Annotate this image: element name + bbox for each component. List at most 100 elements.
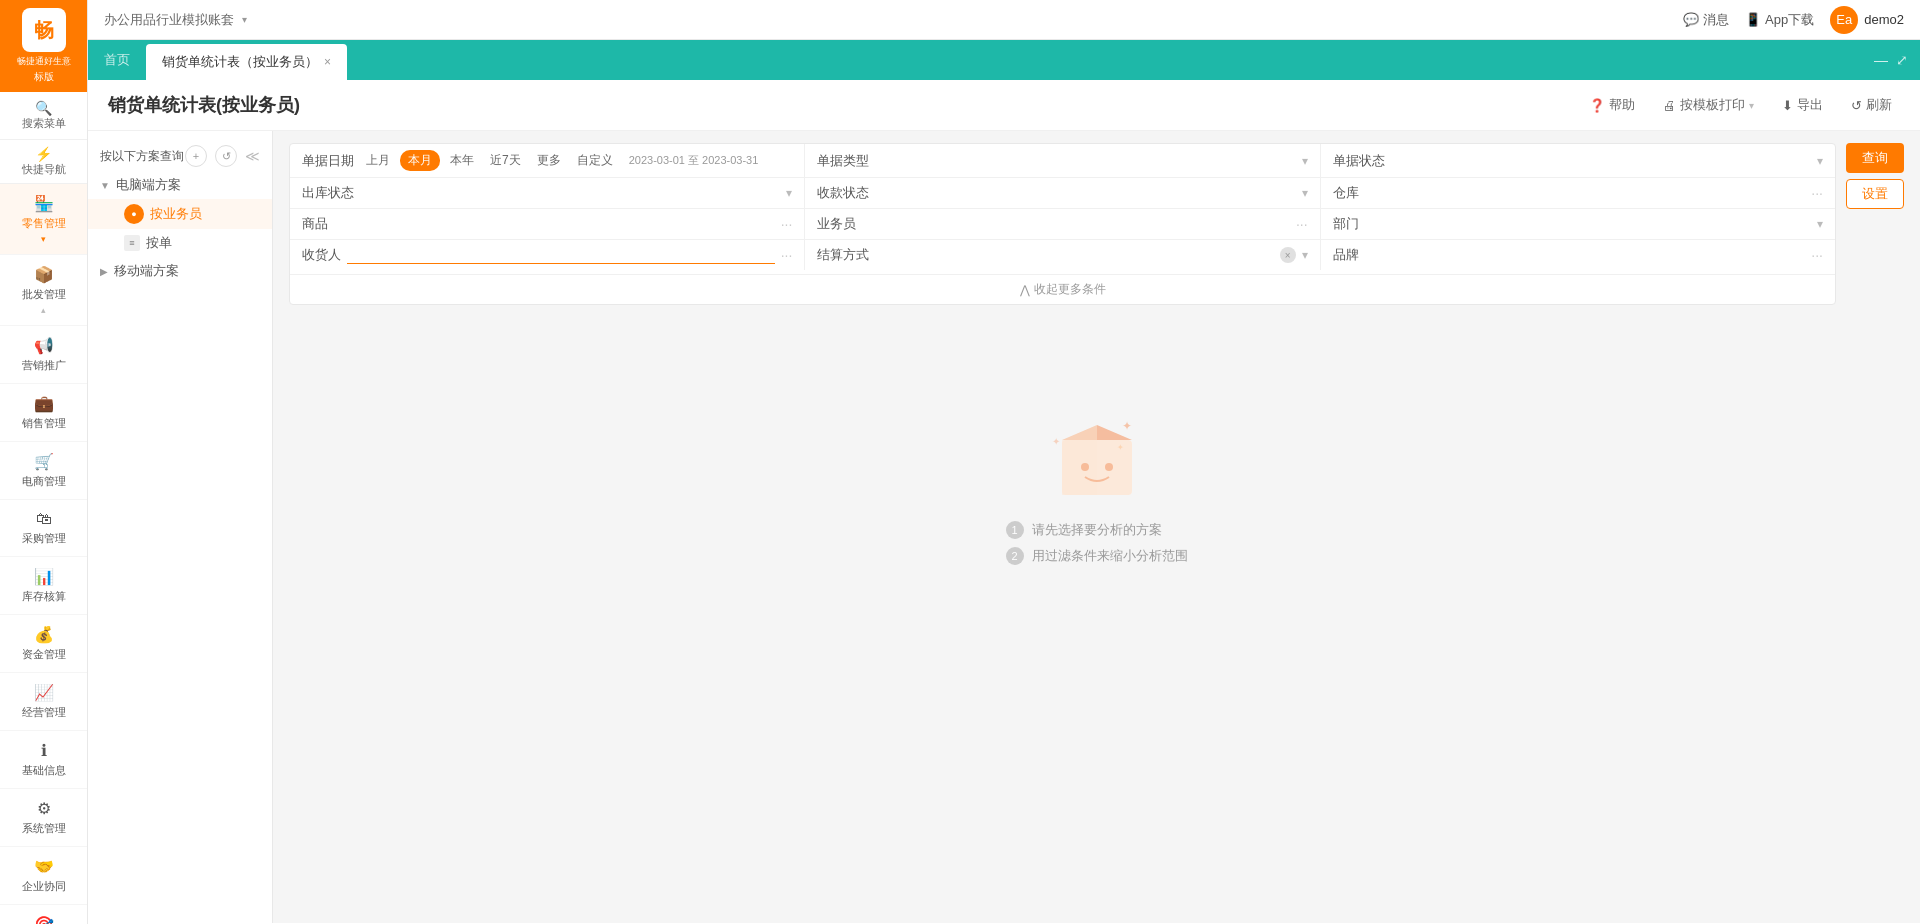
out-status-dropdown-icon[interactable]: ▾ xyxy=(786,186,792,200)
receipt-status-label: 收款状态 xyxy=(817,184,869,202)
empty-step-2: 2 用过滤条件来缩小分析范围 xyxy=(1006,547,1188,565)
this-month-btn[interactable]: 本月 xyxy=(400,150,440,171)
filter-query-row: 单据日期 上月 本月 本年 近7天 更多 自定义 xyxy=(289,143,1904,305)
sidebar-item-system[interactable]: ⚙ 系统管理 xyxy=(0,789,87,847)
breadcrumb-dropdown-icon[interactable]: ▾ xyxy=(242,14,247,25)
help-icon: ❓ xyxy=(1589,98,1605,113)
svg-point-5 xyxy=(1105,463,1113,471)
svg-point-4 xyxy=(1081,463,1089,471)
receiver-input[interactable] xyxy=(347,246,775,264)
user-area[interactable]: Ea demo2 xyxy=(1830,6,1904,34)
sidebar-item-basic-info[interactable]: ℹ 基础信息 xyxy=(0,731,87,789)
sidebar-item-guide[interactable]: 🎯 新手引导 xyxy=(0,905,87,924)
payment-label: 结算方式 xyxy=(817,246,869,264)
receipt-status-dropdown-icon[interactable]: ▾ xyxy=(1302,186,1308,200)
custom-btn[interactable]: 自定义 xyxy=(571,150,619,171)
sidebar-item-ecommerce[interactable]: 🛒 电商管理 xyxy=(0,442,87,500)
filter-receipt-status: 收款状态 ▾ xyxy=(805,178,1320,208)
sidebar-item-operations[interactable]: 📈 经营管理 xyxy=(0,673,87,731)
add-scheme-btn[interactable]: + xyxy=(185,145,207,167)
refresh-scheme-btn[interactable]: ↺ xyxy=(215,145,237,167)
filter-row-1: 单据日期 上月 本月 本年 近7天 更多 自定义 xyxy=(290,144,1835,178)
brand-dots-icon[interactable]: ··· xyxy=(1811,247,1823,263)
filter-department: 部门 ▾ xyxy=(1321,209,1835,239)
tree-item-by-salesperson[interactable]: ● 按业务员 xyxy=(88,199,272,229)
filter-doc-type: 单据类型 ▾ xyxy=(805,144,1320,177)
tab-minimize-icon[interactable]: — xyxy=(1874,52,1888,68)
department-dropdown-icon[interactable]: ▾ xyxy=(1817,217,1823,231)
message-icon: 💬 xyxy=(1683,12,1699,27)
query-btn[interactable]: 查询 xyxy=(1846,143,1904,173)
last-month-btn[interactable]: 上月 xyxy=(360,150,396,171)
app-download-btn[interactable]: 📱 App下载 xyxy=(1745,11,1814,29)
sidebar-item-finance[interactable]: 💰 资金管理 xyxy=(0,615,87,673)
search-menu-btn[interactable]: 🔍 搜索菜单 xyxy=(0,92,87,140)
warehouse-dots-icon[interactable]: ··· xyxy=(1811,185,1823,201)
tree-pc-section[interactable]: ▼ 电脑端方案 xyxy=(88,171,272,199)
sidebar-item-retail[interactable]: 🏪 零售管理 ▾ xyxy=(0,184,87,255)
tab-home[interactable]: 首页 xyxy=(88,40,146,80)
settings-btn[interactable]: 设置 xyxy=(1846,179,1904,209)
scheme-icon: ≡ xyxy=(124,235,140,251)
salesperson-dots-icon[interactable]: ··· xyxy=(1296,216,1308,232)
filter-salesperson: 业务员 ··· xyxy=(805,209,1320,239)
page-actions: ❓ 帮助 🖨 按模板打印 ▾ ⬇ 导出 ↺ 刷新 xyxy=(1581,92,1900,118)
help-btn[interactable]: ❓ 帮助 xyxy=(1581,92,1643,118)
page-title: 销货单统计表(按业务员) xyxy=(108,93,300,117)
sidebar-item-purchase[interactable]: 🛍 采购管理 xyxy=(0,500,87,557)
print-btn[interactable]: 🖨 按模板打印 ▾ xyxy=(1655,92,1762,118)
tab-maximize-icon[interactable]: ⤢ xyxy=(1896,52,1908,68)
filter-area: 单据日期 上月 本月 本年 近7天 更多 自定义 xyxy=(289,143,1836,305)
sidebar-item-sales[interactable]: 💼 销售管理 xyxy=(0,384,87,442)
tree-right-arrow: ▶ xyxy=(100,266,108,277)
body-layout: 按以下方案查询 + ↺ ≪ ▼ xyxy=(88,131,1920,923)
sidebar-item-wholesale[interactable]: 📦 批发管理 ▴ xyxy=(0,255,87,326)
salesperson-label: 业务员 xyxy=(817,215,856,233)
logo-area: 畅 畅捷通好生意 标版 xyxy=(0,0,87,92)
svg-text:✦: ✦ xyxy=(1117,443,1124,452)
doc-status-dropdown-icon[interactable]: ▾ xyxy=(1817,154,1823,168)
version-label: 标版 xyxy=(34,70,54,84)
svg-rect-3 xyxy=(1062,440,1097,495)
tab-sales-stats[interactable]: 销货单统计表（按业务员） × xyxy=(146,44,347,80)
product-label: 商品 xyxy=(302,215,328,233)
sales-icon: 💼 xyxy=(34,394,54,413)
sidebar-item-marketing[interactable]: 📢 营销推广 xyxy=(0,326,87,384)
print-dropdown-icon[interactable]: ▾ xyxy=(1749,100,1754,111)
recent7-btn[interactable]: 近7天 xyxy=(484,150,527,171)
payment-dropdown-icon[interactable]: ▾ xyxy=(1302,248,1308,262)
export-btn[interactable]: ⬇ 导出 xyxy=(1774,92,1831,118)
more-btn[interactable]: 更多 xyxy=(531,150,567,171)
tree-mobile-section[interactable]: ▶ 移动端方案 xyxy=(88,257,272,285)
collapse-up-icon: ⋀ xyxy=(1020,283,1030,297)
empty-icon: ✦ ✦ ✦ xyxy=(1042,395,1152,505)
payment-clear-icon[interactable]: × xyxy=(1280,247,1296,263)
user-name: demo2 xyxy=(1864,12,1904,27)
product-dots-icon[interactable]: ··· xyxy=(781,216,793,232)
page-container: 销货单统计表(按业务员) ❓ 帮助 🖨 按模板打印 ▾ ⬇ 导出 xyxy=(88,80,1920,924)
export-icon: ⬇ xyxy=(1782,98,1793,113)
sidebar-item-inventory[interactable]: 📊 库存核算 xyxy=(0,557,87,615)
tree-item-by-order[interactable]: ≡ 按单 xyxy=(88,229,272,257)
header-right: 💬 消息 📱 App下载 Ea demo2 xyxy=(1683,6,1904,34)
collapse-row: ⋀ 收起更多条件 xyxy=(290,274,1835,304)
tab-close-icon[interactable]: × xyxy=(324,55,331,69)
filter-row-3: 商品 ··· 业务员 ··· 部门 xyxy=(290,209,1835,240)
filter-row-2: 出库状态 ▾ 收款状态 ▾ 仓库 xyxy=(290,178,1835,209)
refresh-btn[interactable]: ↺ 刷新 xyxy=(1843,92,1900,118)
collapse-more-btn[interactable]: ⋀ 收起更多条件 xyxy=(1020,281,1106,298)
left-panel-icons: + ↺ ≪ xyxy=(185,145,260,167)
quick-nav-btn[interactable]: ⚡ 快捷导航 xyxy=(0,140,87,184)
logo-text: 畅捷通好生意 xyxy=(17,56,71,68)
basic-info-icon: ℹ xyxy=(41,741,47,760)
main-area: 办公用品行业模拟账套 ▾ 💬 消息 📱 App下载 Ea demo2 首页 xyxy=(88,0,1920,924)
collapse-panel-icon[interactable]: ≪ xyxy=(245,148,260,164)
filter-doc-status: 单据状态 ▾ xyxy=(1321,144,1835,177)
breadcrumb-area: 办公用品行业模拟账套 ▾ xyxy=(104,11,247,29)
sidebar-item-collab[interactable]: 🤝 企业协同 xyxy=(0,847,87,905)
filter-warehouse: 仓库 ··· xyxy=(1321,178,1835,208)
receiver-dots-icon[interactable]: ··· xyxy=(781,247,793,263)
this-year-btn[interactable]: 本年 xyxy=(444,150,480,171)
doc-type-dropdown-icon[interactable]: ▾ xyxy=(1302,154,1308,168)
message-btn[interactable]: 💬 消息 xyxy=(1683,11,1729,29)
